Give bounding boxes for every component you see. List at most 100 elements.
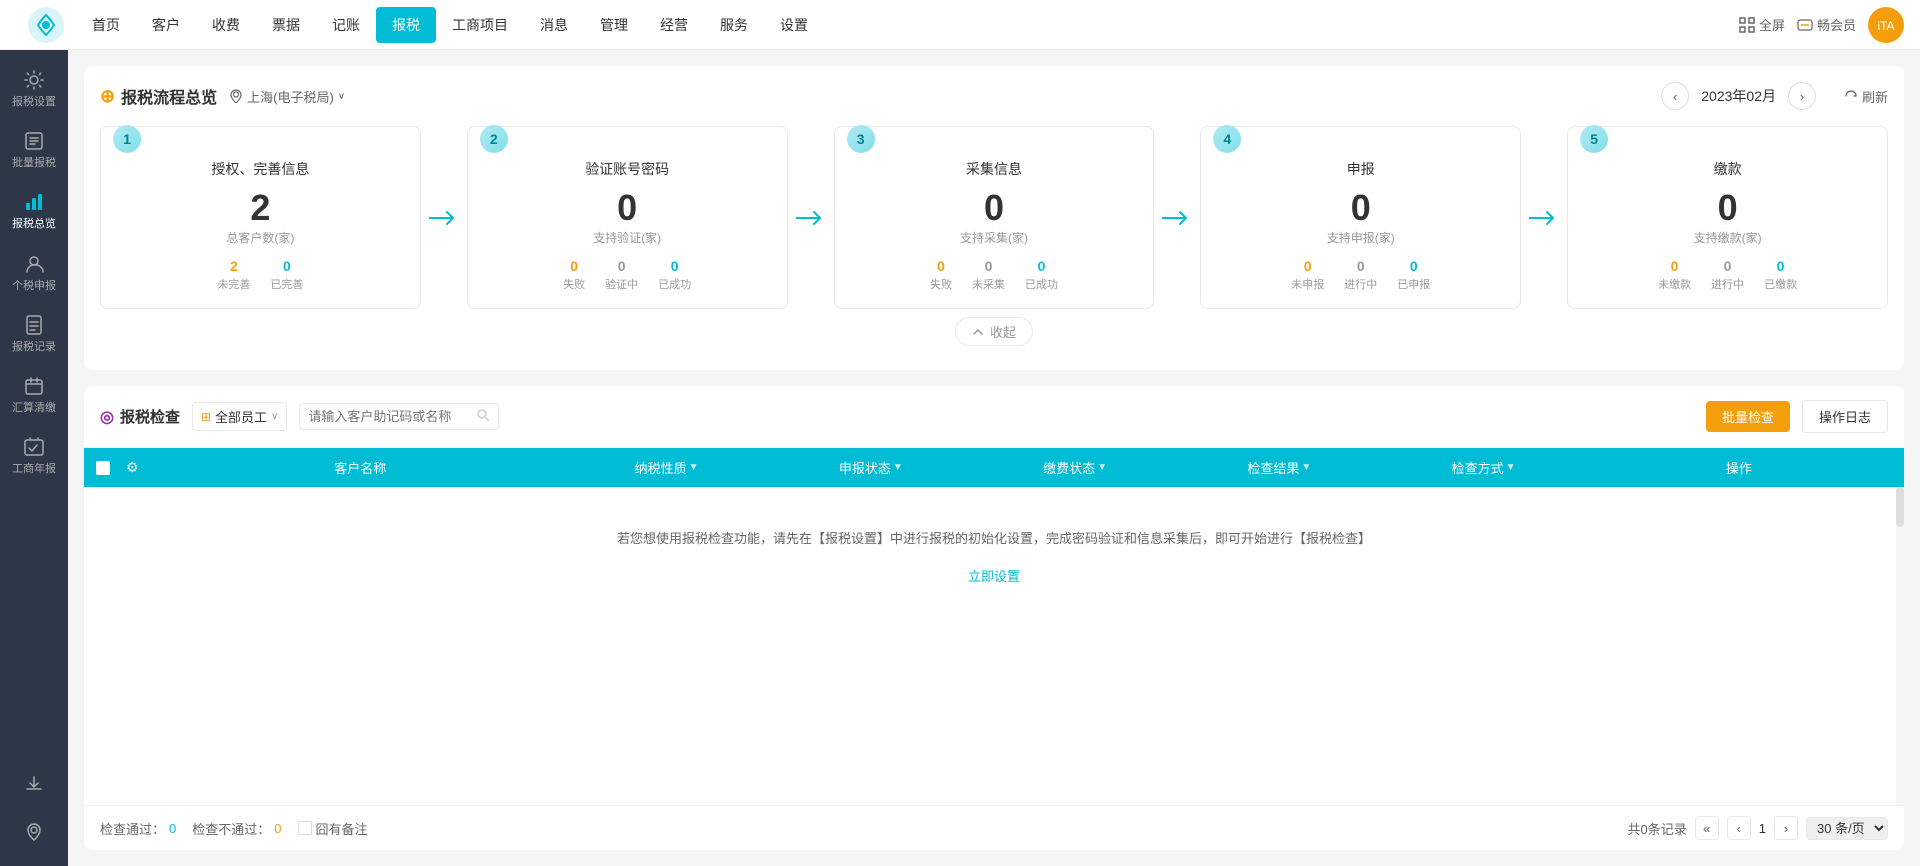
step-5-stat-2[interactable]: 0 已缴款 (1764, 258, 1797, 292)
nav-fee[interactable]: 收费 (196, 0, 256, 50)
step-1-stat-1-label: 已完善 (270, 276, 303, 292)
pay-status-filter-icon[interactable]: ▼ (1097, 462, 1107, 473)
overview-title: ⊕ 报税流程总览 (100, 84, 217, 108)
logo[interactable] (16, 7, 76, 43)
sidebar-location[interactable] (0, 810, 68, 854)
fullscreen-btn[interactable]: 全屏 (1739, 15, 1785, 34)
step-3-stat-1[interactable]: 0 未采集 (972, 258, 1005, 292)
step-3-stat-2[interactable]: 0 已成功 (1025, 258, 1058, 292)
step-1-num: 1 (113, 125, 141, 153)
step-5-stat-1[interactable]: 0 进行中 (1711, 258, 1744, 292)
step-3-stat-0[interactable]: 0 失败 (930, 258, 952, 292)
header-pay-status[interactable]: 缴费状态 ▼ (973, 458, 1177, 477)
nav-settings[interactable]: 设置 (764, 0, 824, 50)
step-3-stat-0-num: 0 (937, 258, 945, 274)
first-page-btn[interactable]: « (1695, 816, 1719, 840)
step-4-stat-2[interactable]: 0 已申报 (1397, 258, 1430, 292)
step-5-stat-2-label: 已缴款 (1764, 276, 1797, 292)
nav-operation[interactable]: 经营 (644, 0, 704, 50)
step-2-stat-0-label: 失败 (563, 276, 585, 292)
nav-tax[interactable]: 报税 (376, 7, 436, 43)
search-input[interactable] (308, 409, 476, 424)
step-4-num: 4 (1213, 125, 1241, 153)
prev-page-btn[interactable]: ‹ (1727, 816, 1751, 840)
collapse-btn[interactable]: 收起 (955, 317, 1033, 346)
select-all-checkbox[interactable] (96, 461, 110, 475)
nav-customer[interactable]: 客户 (136, 0, 196, 50)
nav-management[interactable]: 管理 (584, 0, 644, 50)
sidebar: 报税设置 批量报税 报税总览 个税申报 报税记录 (0, 50, 68, 866)
sidebar-label-tax-overview: 报税总览 (12, 218, 56, 231)
sidebar-item-annual-report[interactable]: 工商年报 (0, 425, 68, 486)
empty-link[interactable]: 立即设置 (968, 566, 1020, 585)
check-title: ◎ 报税检查 (100, 406, 180, 427)
month-nav: ‹ 2023年02月 › (1661, 82, 1816, 110)
sidebar-item-tax-settings[interactable]: 报税设置 (0, 58, 68, 119)
check-result-filter-icon[interactable]: ▼ (1301, 462, 1311, 473)
step-5-title: 缴款 (1584, 159, 1871, 179)
scrollbar-track[interactable] (1896, 487, 1904, 805)
step-2-stat-0[interactable]: 0 失败 (563, 258, 585, 292)
tax-type-filter-icon[interactable]: ▼ (689, 462, 699, 473)
step-2-stat-1[interactable]: 0 验证中 (605, 258, 638, 292)
header-settings[interactable]: ⚙ (126, 459, 156, 476)
batch-check-btn[interactable]: 批量检查 (1706, 401, 1790, 432)
next-page-btn[interactable]: › (1774, 816, 1798, 840)
location-text: 上海(电子税局) (247, 87, 334, 106)
avatar[interactable]: iTA (1868, 7, 1904, 43)
table-header: ⚙ 客户名称 纳税性质 ▼ 申报状态 ▼ 缴费状态 ▼ 检查结果 ▼ (84, 448, 1904, 487)
step-1-stat-0-label: 未完善 (217, 276, 250, 292)
sidebar-label-settlement: 汇算清缴 (12, 402, 56, 415)
check-method-filter-icon[interactable]: ▼ (1506, 462, 1516, 473)
scrollbar-thumb[interactable] (1896, 487, 1904, 527)
next-month-btn[interactable]: › (1788, 82, 1816, 110)
step-4-stat-1[interactable]: 0 进行中 (1344, 258, 1377, 292)
header-check-result[interactable]: 检查结果 ▼ (1177, 458, 1381, 477)
settings-gear-icon[interactable]: ⚙ (126, 459, 139, 476)
nav-message[interactable]: 消息 (524, 0, 584, 50)
declare-status-filter-icon[interactable]: ▼ (893, 462, 903, 473)
nav-business[interactable]: 工商项目 (436, 0, 524, 50)
header-checkbox[interactable] (96, 461, 126, 475)
staff-selector[interactable]: ⊞ 全部员工 ∨ (192, 402, 287, 431)
step-1-stat-1[interactable]: 0 已完善 (270, 258, 303, 292)
step-2-subtitle: 支持验证(家) (484, 229, 771, 246)
sidebar-item-personal-tax[interactable]: 个税申报 (0, 242, 68, 303)
svg-text:iTA: iTA (1877, 19, 1894, 33)
header-tax-type[interactable]: 纳税性质 ▼ (564, 458, 768, 477)
nav-accounting[interactable]: 记账 (316, 0, 376, 50)
step-2-stat-2[interactable]: 0 已成功 (658, 258, 691, 292)
sidebar-item-batch-tax[interactable]: 批量报税 (0, 119, 68, 180)
sidebar-download[interactable] (0, 762, 68, 806)
fail-num[interactable]: 0 (274, 821, 281, 836)
nav-home[interactable]: 首页 (76, 0, 136, 50)
membership-btn[interactable]: 畅会员 (1797, 15, 1856, 34)
step-1-stat-0[interactable]: 2 未完善 (217, 258, 250, 292)
sidebar-label-tax-record: 报税记录 (12, 341, 56, 354)
prev-month-btn[interactable]: ‹ (1661, 82, 1689, 110)
operation-log-btn[interactable]: 操作日志 (1802, 400, 1888, 433)
sidebar-item-settlement[interactable]: 汇算清缴 (0, 364, 68, 425)
note-checkbox-icon[interactable] (298, 821, 312, 835)
nav-service[interactable]: 服务 (704, 0, 764, 50)
page-size-select[interactable]: 30 条/页 (1806, 817, 1888, 840)
sidebar-item-tax-record[interactable]: 报税记录 (0, 303, 68, 364)
table-empty: 若您想使用报税检查功能，请先在【报税设置】中进行报税的初始化设置，完成密码验证和… (84, 487, 1904, 625)
step-2-stats: 0 失败 0 验证中 0 已成功 (484, 258, 771, 292)
location-selector[interactable]: 上海(电子税局) ∨ (229, 87, 345, 106)
tax-overview-icon (22, 190, 46, 214)
nav-invoice[interactable]: 票据 (256, 0, 316, 50)
step-5-stat-0[interactable]: 0 未缴款 (1658, 258, 1691, 292)
refresh-btn[interactable]: 刷新 (1844, 87, 1888, 106)
step-5-stat-1-label: 进行中 (1711, 276, 1744, 292)
search-icon[interactable] (476, 408, 490, 425)
header-check-method[interactable]: 检查方式 ▼ (1381, 458, 1585, 477)
step-4-stat-0[interactable]: 0 未申报 (1291, 258, 1324, 292)
step-3-stat-2-num: 0 (1038, 258, 1046, 274)
refresh-label: 刷新 (1862, 87, 1888, 106)
pass-num[interactable]: 0 (169, 821, 176, 836)
header-declare-status[interactable]: 申报状态 ▼ (769, 458, 973, 477)
step-5-stat-0-num: 0 (1671, 258, 1679, 274)
sidebar-item-tax-overview[interactable]: 报税总览 (0, 180, 68, 241)
step-5-card: 5 缴款 0 支持缴款(家) 0 未缴款 0 进行中 (1567, 126, 1888, 309)
